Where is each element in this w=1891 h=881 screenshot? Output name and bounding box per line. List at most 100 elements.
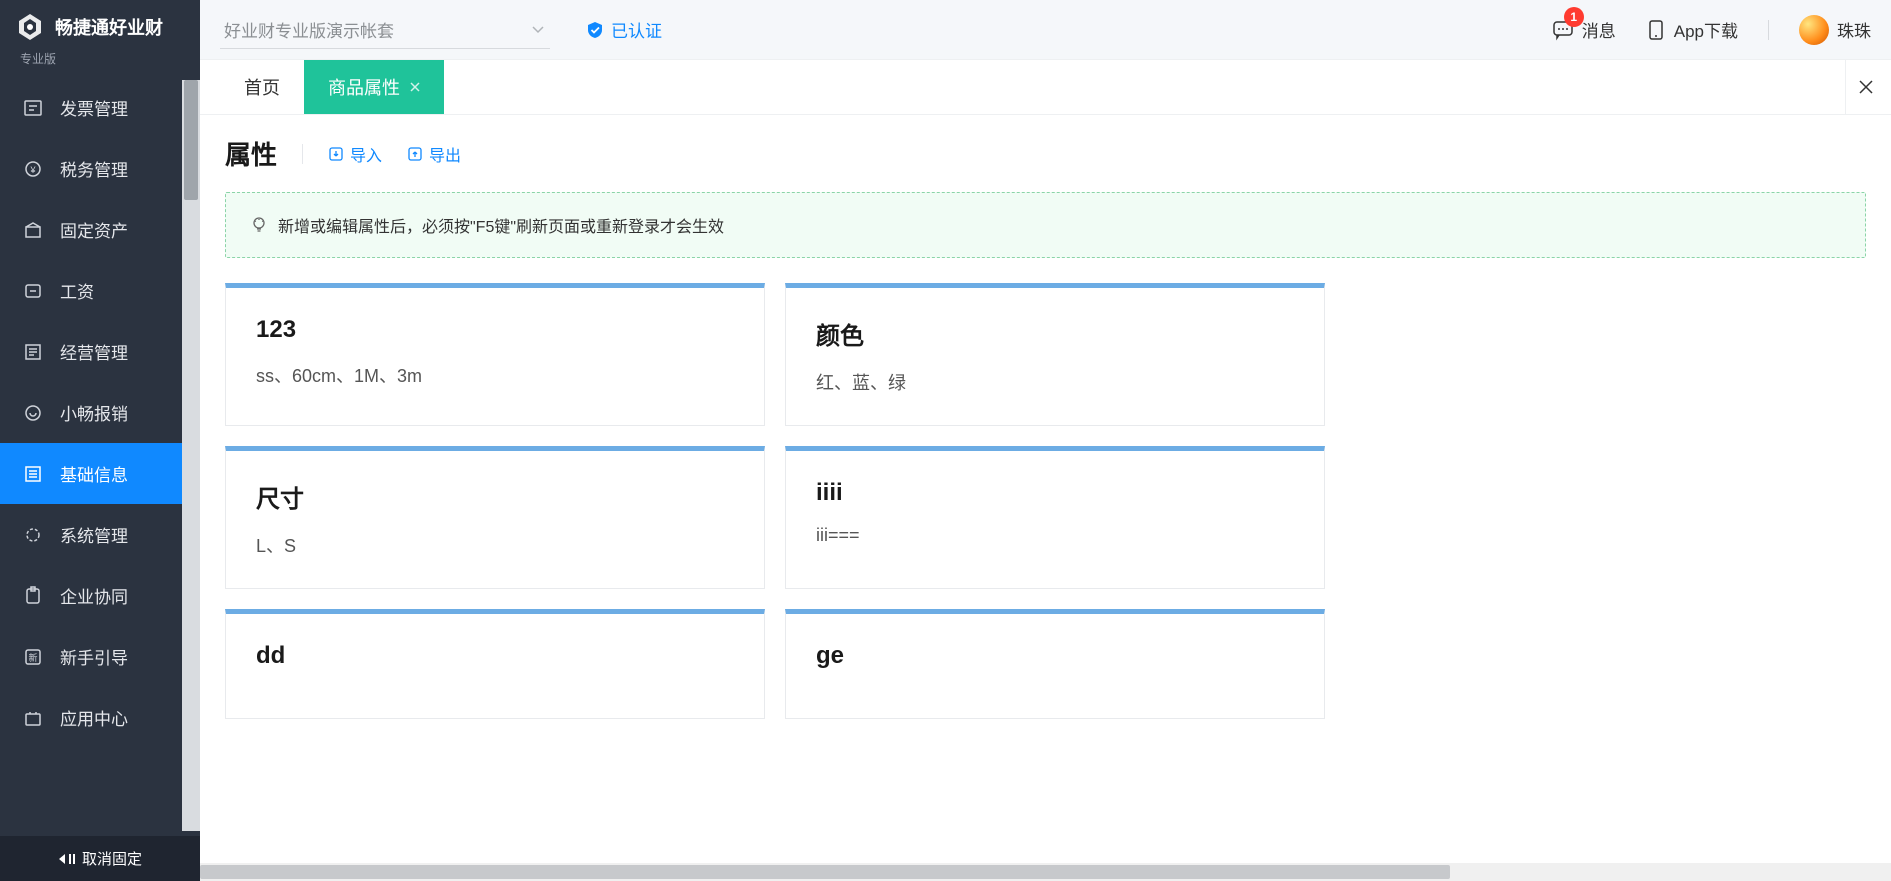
tab-home[interactable]: 首页 — [220, 60, 304, 114]
invoice-icon — [22, 97, 44, 119]
sidebar-item-tax[interactable]: ¥ 税务管理 — [0, 138, 200, 199]
attribute-title: dd — [256, 642, 734, 670]
sidebar-scrollbar-thumb[interactable] — [184, 80, 198, 200]
verified-badge: 已认证 — [585, 17, 662, 42]
mobile-icon — [1646, 19, 1666, 41]
main-area: 好业财专业版演示帐套 已认证 1 消息 — [200, 0, 1891, 881]
attribute-values: iii=== — [816, 525, 1294, 546]
attribute-title: iiii — [816, 479, 1294, 507]
page-header: 属性 导入 导出 — [225, 135, 1866, 172]
user-name: 珠珠 — [1837, 17, 1871, 42]
sidebar-menu: 发票管理 ¥ 税务管理 固定资产 工资 经营管理 小畅报销 — [0, 77, 200, 836]
download-label: App下载 — [1674, 17, 1738, 42]
sidebar-scrollbar[interactable] — [182, 80, 200, 831]
attribute-title: 尺寸 — [256, 479, 734, 514]
sidebar-item-reimburse[interactable]: 小畅报销 — [0, 382, 200, 443]
user-menu[interactable]: 珠珠 — [1799, 15, 1871, 45]
attribute-card[interactable]: 123 ss、60cm、1M、3m — [225, 283, 765, 426]
salary-icon — [22, 280, 44, 302]
avatar-icon — [1799, 15, 1829, 45]
sidebar-label: 工资 — [60, 278, 94, 303]
export-button[interactable]: 导出 — [407, 142, 461, 166]
sidebar-item-collab[interactable]: 企业协同 — [0, 565, 200, 626]
attribute-card[interactable]: ge — [785, 609, 1325, 719]
sidebar-item-invoice[interactable]: 发票管理 — [0, 77, 200, 138]
tab-label: 首页 — [244, 74, 280, 100]
attribute-values: 红、蓝、绿 — [816, 369, 1294, 395]
apps-icon — [22, 707, 44, 729]
verified-text: 已认证 — [611, 17, 662, 42]
topbar-divider — [1768, 20, 1769, 40]
tab-product-attribute[interactable]: 商品属性 — [304, 60, 444, 114]
header-divider — [302, 144, 303, 164]
attribute-card[interactable]: dd — [225, 609, 765, 719]
sidebar-item-assets[interactable]: 固定资产 — [0, 199, 200, 260]
sidebar: 畅捷通好业财 专业版 发票管理 ¥ 税务管理 固定资产 工资 经营管理 — [0, 0, 200, 881]
sidebar-label: 发票管理 — [60, 95, 128, 120]
account-selector[interactable]: 好业财专业版演示帐套 — [220, 11, 550, 49]
attribute-card[interactable]: 颜色 红、蓝、绿 — [785, 283, 1325, 426]
attribute-card[interactable]: iiii iii=== — [785, 446, 1325, 589]
sidebar-item-operations[interactable]: 经营管理 — [0, 321, 200, 382]
sidebar-label: 企业协同 — [60, 583, 128, 608]
sidebar-label: 系统管理 — [60, 522, 128, 547]
import-label: 导入 — [350, 142, 382, 166]
import-icon — [328, 146, 344, 162]
account-name: 好业财专业版演示帐套 — [224, 17, 394, 42]
tabs-close-all-button[interactable] — [1845, 60, 1885, 114]
export-icon — [407, 146, 423, 162]
sidebar-label: 经营管理 — [60, 339, 128, 364]
system-icon — [22, 524, 44, 546]
sidebar-label: 税务管理 — [60, 156, 128, 181]
attribute-card[interactable]: 尺寸 L、S — [225, 446, 765, 589]
attribute-title: 颜色 — [816, 316, 1294, 351]
sidebar-item-basic-info[interactable]: 基础信息 — [0, 443, 200, 504]
tip-text: 新增或编辑属性后，必须按"F5键"刷新页面或重新登录才会生效 — [278, 213, 724, 237]
bulb-icon — [250, 216, 268, 234]
unpin-icon — [58, 852, 76, 866]
tab-label: 商品属性 — [328, 74, 400, 100]
attribute-cards: 123 ss、60cm、1M、3m 颜色 红、蓝、绿 尺寸 L、S iiii — [225, 283, 1866, 719]
horizontal-scrollbar[interactable] — [200, 863, 1891, 881]
topbar-right: 1 消息 App下载 珠珠 — [1552, 15, 1871, 45]
sidebar-label: 基础信息 — [60, 461, 128, 486]
svg-text:¥: ¥ — [29, 165, 36, 175]
attribute-title: ge — [816, 642, 1294, 670]
attribute-values: ss、60cm、1M、3m — [256, 362, 734, 388]
guide-icon: 新 — [22, 646, 44, 668]
sidebar-label: 新手引导 — [60, 644, 128, 669]
sidebar-item-apps[interactable]: 应用中心 — [0, 687, 200, 748]
content-area: 属性 导入 导出 新增或编 — [200, 115, 1891, 881]
page-title: 属性 — [225, 135, 277, 172]
assets-icon — [22, 219, 44, 241]
attribute-values: L、S — [256, 532, 734, 558]
sidebar-footer-label: 取消固定 — [82, 848, 142, 869]
messages-button[interactable]: 1 消息 — [1552, 17, 1616, 42]
sidebar-item-salary[interactable]: 工资 — [0, 260, 200, 321]
messages-badge: 1 — [1564, 7, 1584, 27]
download-button[interactable]: App下载 — [1646, 17, 1738, 42]
sidebar-label: 固定资产 — [60, 217, 128, 242]
sidebar-label: 应用中心 — [60, 705, 128, 730]
horizontal-scrollbar-thumb[interactable] — [200, 865, 1450, 879]
tabs-bar: 首页 商品属性 — [200, 60, 1891, 115]
sidebar-item-system[interactable]: 系统管理 — [0, 504, 200, 565]
close-icon[interactable] — [410, 82, 420, 92]
shield-check-icon — [585, 20, 605, 40]
brand-header: 畅捷通好业财 — [0, 0, 200, 50]
messages-label: 消息 — [1582, 17, 1616, 42]
chevron-down-icon — [530, 21, 546, 37]
collab-icon — [22, 585, 44, 607]
brand-name: 畅捷通好业财 — [55, 14, 163, 40]
basic-info-icon — [22, 463, 44, 485]
sidebar-unpin-button[interactable]: 取消固定 — [0, 836, 200, 881]
attribute-title: 123 — [256, 316, 734, 344]
reimburse-icon — [22, 402, 44, 424]
brand-logo-icon — [15, 12, 45, 42]
svg-text:新: 新 — [28, 652, 37, 663]
sidebar-item-guide[interactable]: 新 新手引导 — [0, 626, 200, 687]
topbar: 好业财专业版演示帐套 已认证 1 消息 — [200, 0, 1891, 60]
operations-icon — [22, 341, 44, 363]
import-button[interactable]: 导入 — [328, 142, 382, 166]
tax-icon: ¥ — [22, 158, 44, 180]
